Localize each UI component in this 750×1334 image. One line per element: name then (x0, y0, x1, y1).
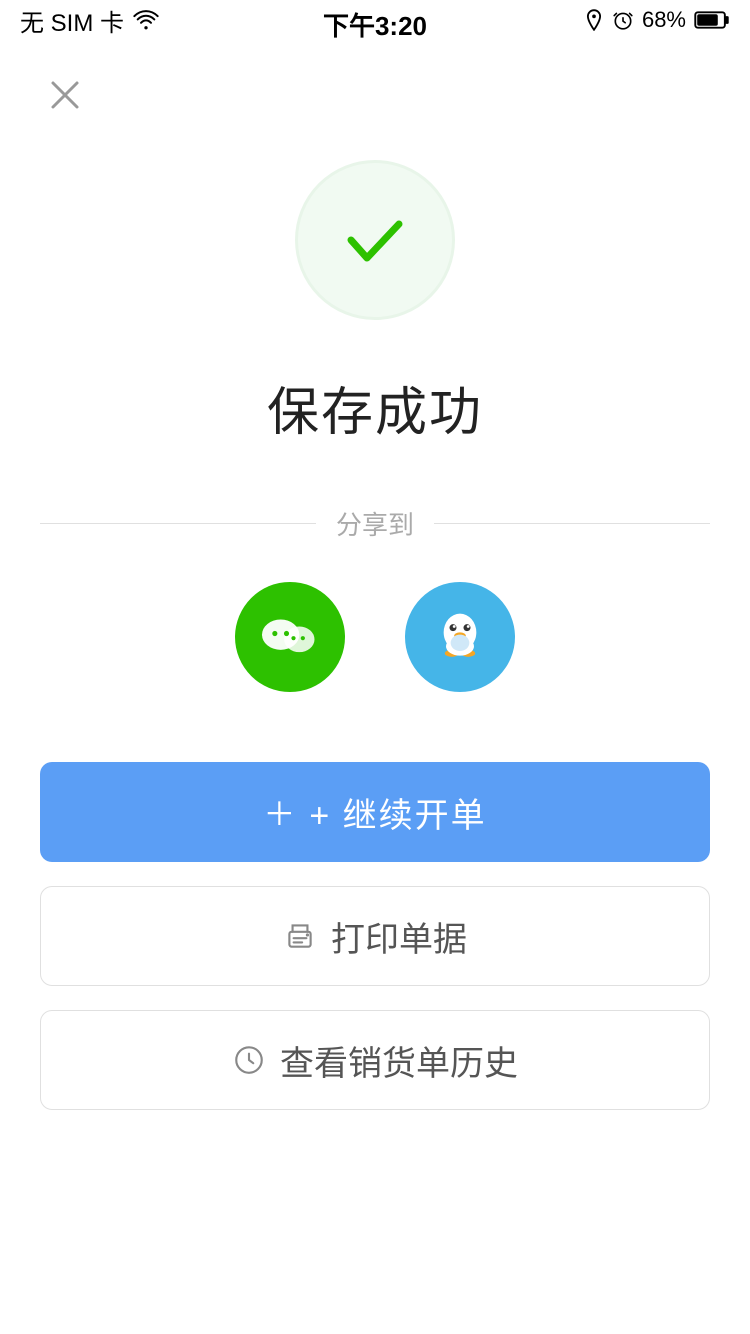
success-icon-circle (295, 160, 455, 320)
close-button[interactable] (40, 70, 90, 120)
history-label: 查看销货单历史 (280, 1036, 518, 1085)
print-button[interactable]: 打印单据 (40, 886, 710, 986)
battery-icon (694, 10, 730, 30)
wechat-share-button[interactable] (235, 582, 345, 692)
wifi-icon (132, 10, 160, 30)
history-button[interactable]: 查看销货单历史 (40, 1010, 710, 1110)
print-label: 打印单据 (331, 912, 467, 961)
share-icons (235, 582, 515, 692)
status-right: 68% (584, 7, 730, 33)
main-content: 保存成功 分享到 (0, 40, 750, 1110)
continue-label: + 继续开单 (309, 788, 486, 837)
printer-icon (283, 919, 317, 953)
alarm-icon (612, 9, 634, 31)
carrier-text: 无 SIM 卡 (20, 3, 124, 38)
location-icon (584, 9, 604, 31)
status-bar: 无 SIM 卡 下午3:20 68% (0, 0, 750, 40)
action-buttons: ＋ + 继续开单 打印单据 查看销货单历史 (40, 762, 710, 1110)
qq-share-button[interactable] (405, 582, 515, 692)
plus-icon: ＋ (263, 789, 295, 835)
checkmark-icon (335, 200, 415, 280)
divider-left (40, 523, 316, 524)
divider-right (434, 523, 710, 524)
status-left: 无 SIM 卡 (20, 3, 160, 38)
success-title: 保存成功 (267, 370, 483, 445)
battery-percent: 68% (642, 7, 686, 33)
status-time: 下午3:20 (323, 6, 427, 43)
qq-icon (425, 602, 495, 672)
clock-icon (232, 1043, 266, 1077)
continue-button[interactable]: ＋ + 继续开单 (40, 762, 710, 862)
wechat-icon (255, 602, 325, 672)
share-label: 分享到 (336, 505, 414, 542)
share-divider: 分享到 (40, 505, 710, 542)
